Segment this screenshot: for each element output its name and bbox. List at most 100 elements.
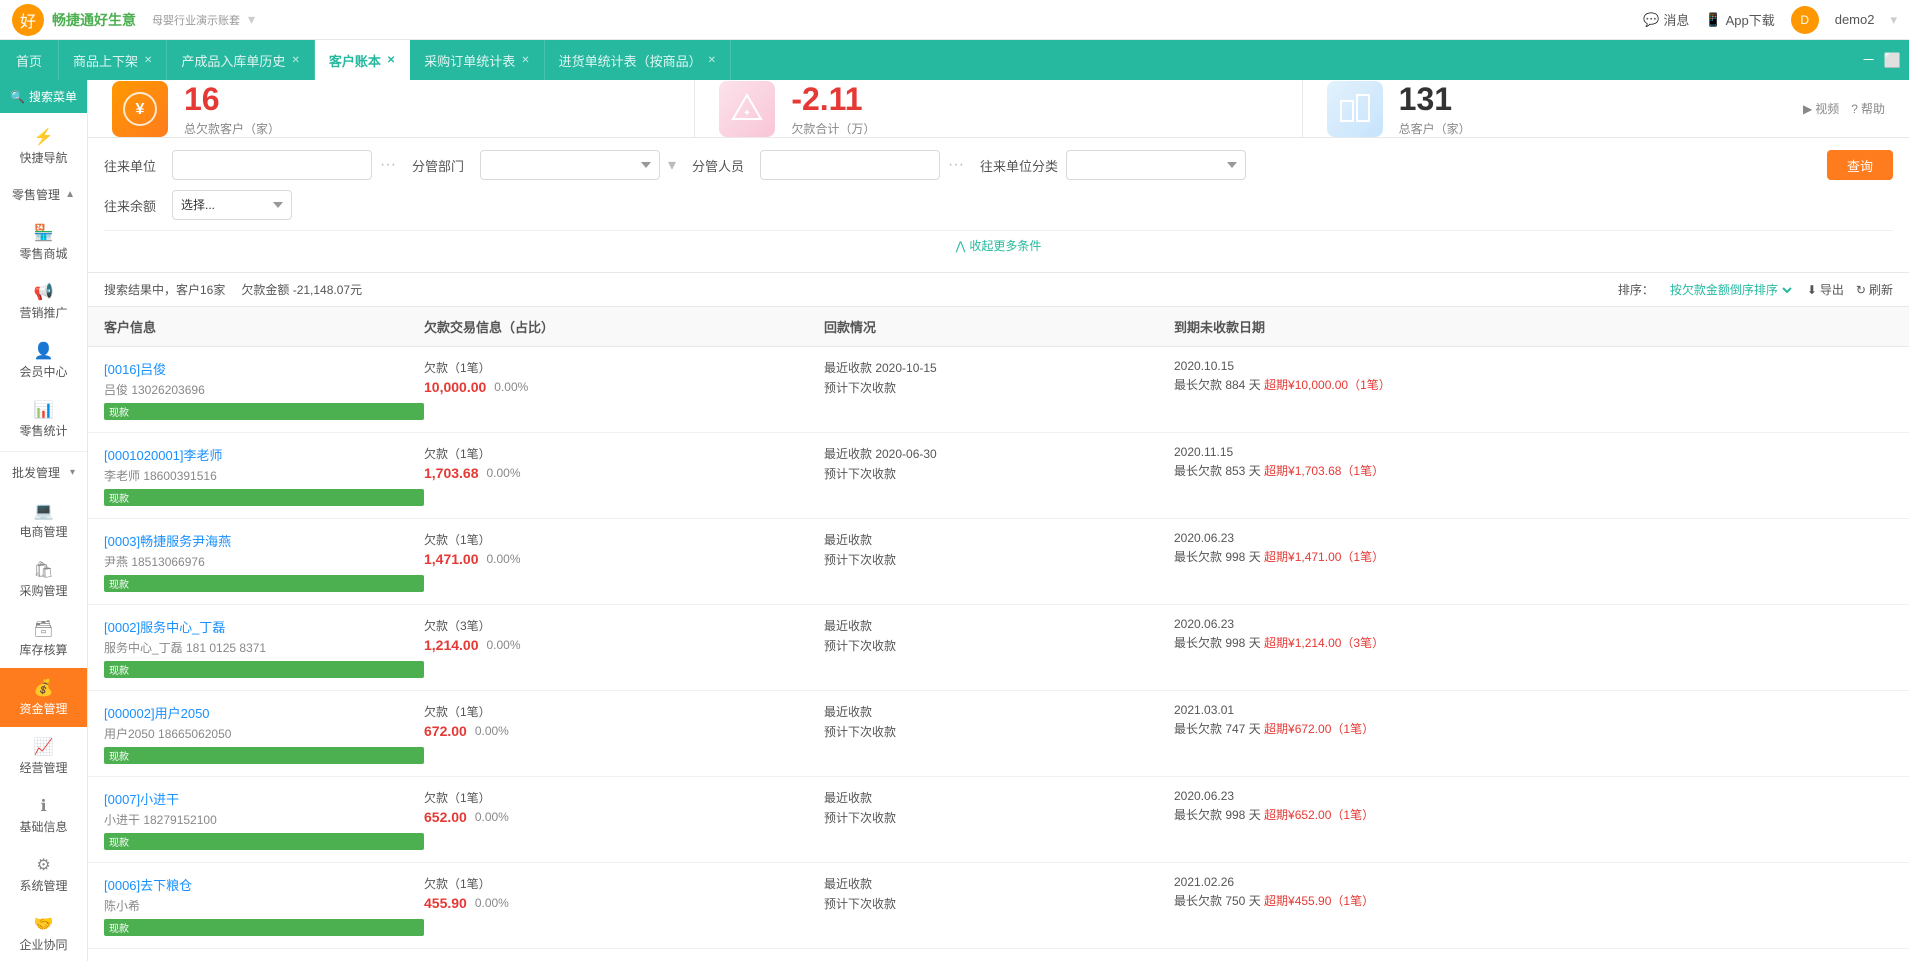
close-tab-4[interactable]: ✕ <box>521 55 529 66</box>
sidebar-item-wholesale[interactable]: 批发管理 ▾ <box>0 454 87 491</box>
close-tab-2[interactable]: ✕ <box>291 55 299 66</box>
debt-amount-6: 455.90 <box>424 895 467 911</box>
overdue-link-0[interactable]: 超期¥10,000.00（1笔） <box>1264 378 1391 392</box>
sidebar-item-marketing[interactable]: 📢 营销推广 <box>0 272 87 331</box>
nav-tabs-right: － ⬜ <box>1854 40 1909 80</box>
search-btn[interactable]: 查询 <box>1827 150 1893 180</box>
sidebar-item-retail-mgmt[interactable]: 零售管理 ▲ <box>0 176 87 213</box>
member-icon: 👤 <box>34 341 54 361</box>
inventory-icon: 🗃 <box>33 619 53 639</box>
dept-label: 分管部门 <box>412 156 472 175</box>
tab-product-listing[interactable]: 商品上下架 ✕ <box>59 40 167 80</box>
card-number-1: 16 <box>184 80 280 118</box>
tab-production-history[interactable]: 产成品入库单历史 ✕ <box>167 40 314 80</box>
category-select[interactable] <box>1066 150 1246 180</box>
last-collection-3: 最近收款 <box>824 617 872 634</box>
customer-info-3: [0002]服务中心_丁磊 服务中心_丁磊 181 0125 8371 现款 <box>104 617 424 678</box>
vendor-input[interactable] <box>172 150 372 180</box>
sidebar-item-purchase[interactable]: 🛍 采购管理 <box>0 550 87 609</box>
overdue-link-4[interactable]: 超期¥672.00（1笔） <box>1264 722 1374 736</box>
debt-info-3: 欠款（3笔） 1,214.00 0.00% <box>424 617 824 653</box>
filter-row-1: 往来单位 ··· 分管部门 ▾ 分管人员 ··· 往来单位 <box>104 150 1893 180</box>
sidebar-item-retail-mall[interactable]: 🏪 零售商城 <box>0 213 87 272</box>
overdue-link-5[interactable]: 超期¥652.00（1笔） <box>1264 808 1374 822</box>
basic-info-icon: ℹ <box>40 796 46 816</box>
sort-select[interactable]: 按欠款金额倒序排序 <box>1666 282 1795 298</box>
user-dropdown-icon[interactable]: ▾ <box>1890 12 1897 28</box>
env-dropdown-icon[interactable]: ▾ <box>248 11 255 28</box>
sidebar-item-member-center[interactable]: 👤 会员中心 <box>0 331 87 390</box>
next-collection-5: 预计下次收款 <box>824 809 1174 826</box>
filter-collapse-btn[interactable]: ⋀ 收起更多条件 <box>104 230 1893 260</box>
debt-amount-3: 1,214.00 <box>424 637 479 653</box>
sidebar-item-system[interactable]: ⚙ 系统管理 <box>0 845 87 904</box>
customer-name-1[interactable]: [0001020001]李老师 <box>104 445 424 464</box>
overdue-link-3[interactable]: 超期¥1,214.00（3笔） <box>1264 636 1384 650</box>
recovery-info-3: 最近收款 预计下次收款 <box>824 617 1174 654</box>
table-row: [000001]黄思源 黄思源 13552700226 现款 欠款（1笔） 42… <box>88 949 1909 961</box>
tab-customer-ledger[interactable]: 客户账本 ✕ <box>315 40 410 80</box>
recovery-info-1: 最近收款 2020-06-30 预计下次收款 <box>824 445 1174 482</box>
customer-name-3[interactable]: [0002]服务中心_丁磊 <box>104 617 424 636</box>
customer-name-5[interactable]: [0007]小进干 <box>104 789 424 808</box>
customer-name-4[interactable]: [000002]用户2050 <box>104 703 424 722</box>
person-input[interactable] <box>760 150 940 180</box>
result-info-right: 排序： 按欠款金额倒序排序 ⬇ 导出 ↻ 刷新 <box>1618 281 1893 298</box>
debt-row-3: 1,214.00 0.00% <box>424 637 824 653</box>
close-tab-5[interactable]: ✕ <box>708 55 716 66</box>
overdue-days-5: 最长欠款 998 天 超期¥652.00（1笔） <box>1174 806 1893 823</box>
window-maximize-icon[interactable]: ⬜ <box>1884 52 1901 69</box>
avatar[interactable]: D <box>1791 6 1819 34</box>
overdue-link-6[interactable]: 超期¥455.90（1笔） <box>1264 894 1374 908</box>
last-collection-5: 最近收款 <box>824 789 872 806</box>
person-dots[interactable]: ··· <box>948 156 964 174</box>
collapse-icon: ⋀ <box>956 239 966 253</box>
overdue-link-1[interactable]: 超期¥1,703.68（1笔） <box>1264 464 1384 478</box>
expand-icon: ▲ <box>65 189 75 200</box>
debt-info-1: 欠款（1笔） 1,703.68 0.00% <box>424 445 824 481</box>
customer-name-6[interactable]: [0006]去下粮仓 <box>104 875 424 894</box>
window-minimize-icon[interactable]: － <box>1862 50 1876 70</box>
balance-select[interactable]: 选择... <box>172 190 292 220</box>
filter-row-2: 往来余额 选择... <box>104 190 1893 220</box>
overdue-days-3: 最长欠款 998 天 超期¥1,214.00（3笔） <box>1174 634 1893 651</box>
sidebar-search[interactable]: 🔍 搜索菜单 <box>0 80 87 113</box>
table-header: 客户信息 欠款交易信息（占比） 回款情况 到期未收款日期 <box>88 307 1909 347</box>
sidebar-item-basic-info[interactable]: ℹ 基础信息 <box>0 786 87 845</box>
msg-btn[interactable]: 💬 消息 <box>1643 10 1689 29</box>
next-collection-6: 预计下次收款 <box>824 895 1174 912</box>
debt-info-0: 欠款（1笔） 10,000.00 0.00% <box>424 359 824 395</box>
sidebar-item-operations[interactable]: 📈 经营管理 <box>0 727 87 786</box>
refresh-btn[interactable]: ↻ 刷新 <box>1856 281 1893 298</box>
sidebar-item-quick-nav[interactable]: ⚡ 快捷导航 <box>0 117 87 176</box>
sidebar-item-ecommerce[interactable]: 💻 电商管理 <box>0 491 87 550</box>
card-number-2: -2.11 <box>791 80 875 118</box>
debt-amount-2: 1,471.00 <box>424 551 479 567</box>
sidebar-item-inventory[interactable]: 🗃 库存核算 <box>0 609 87 668</box>
sort-label: 排序： <box>1618 281 1654 298</box>
debt-count-3: 欠款（3笔） <box>424 617 824 634</box>
debt-row-0: 10,000.00 0.00% <box>424 379 824 395</box>
overdue-link-2[interactable]: 超期¥1,471.00（1笔） <box>1264 550 1384 564</box>
debt-pct-5: 0.00% <box>475 810 509 824</box>
customer-tag-0: 现款 <box>104 403 424 420</box>
sidebar-item-enterprise-collab[interactable]: 🤝 企业协同 <box>0 904 87 961</box>
tab-home[interactable]: 首页 <box>0 40 59 80</box>
quick-nav-icon: ⚡ <box>34 127 54 147</box>
sidebar-item-retail-stats[interactable]: 📊 零售统计 <box>0 390 87 449</box>
app-btn[interactable]: 📱 App下载 <box>1705 10 1774 29</box>
tab-stock-stats[interactable]: 进货单统计表（按商品） ✕ <box>545 40 731 80</box>
dept-select[interactable] <box>480 150 660 180</box>
sidebar-item-finance[interactable]: 💰 资金管理 <box>0 668 87 727</box>
video-btn[interactable]: ▶ 视频 <box>1803 100 1839 117</box>
customer-name-2[interactable]: [0003]畅捷服务尹海燕 <box>104 531 424 550</box>
close-tab-3[interactable]: ✕ <box>387 55 395 66</box>
vendor-dots[interactable]: ··· <box>380 156 396 174</box>
customer-name-0[interactable]: [0016]吕俊 <box>104 359 424 378</box>
filter-dept: 分管部门 ▾ <box>412 150 676 180</box>
help-btn[interactable]: ? 帮助 <box>1851 100 1885 117</box>
export-btn[interactable]: ⬇ 导出 <box>1807 281 1844 298</box>
close-tab-1[interactable]: ✕ <box>144 55 152 66</box>
debt-pct-4: 0.00% <box>475 724 509 738</box>
tab-purchase-stats[interactable]: 采购订单统计表 ✕ <box>410 40 544 80</box>
